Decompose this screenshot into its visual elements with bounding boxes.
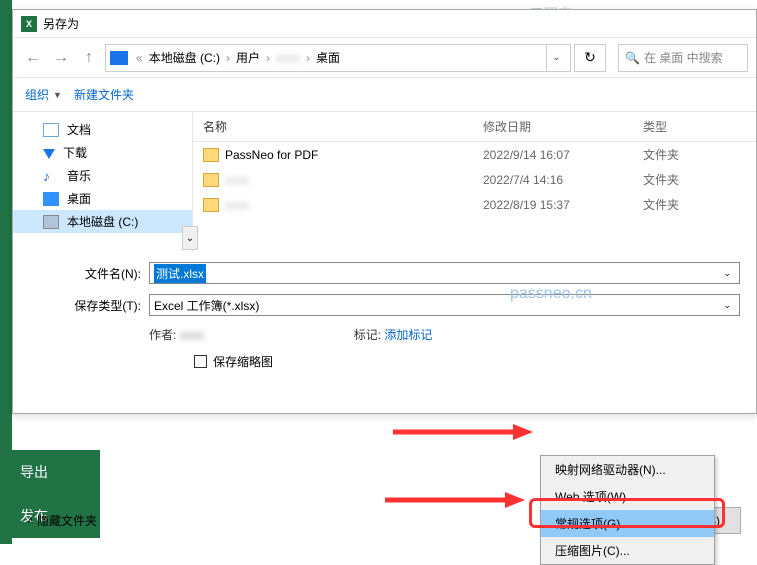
- file-row[interactable]: xxxx 2022/8/19 15:37 文件夹: [193, 192, 756, 217]
- menu-item-general-options[interactable]: 常规选项(G)...: [541, 510, 714, 537]
- organize-button[interactable]: 组织▼: [25, 86, 62, 103]
- chevron-icon: «: [132, 51, 147, 65]
- file-row[interactable]: xxxx 2022/7/4 14:16 文件夹: [193, 167, 756, 192]
- folder-icon: [203, 198, 219, 212]
- annotation-arrow: [393, 422, 533, 442]
- sidebar-item-localdisk-c[interactable]: 本地磁盘 (C:): [13, 210, 192, 233]
- menu-item-compress-pictures[interactable]: 压缩图片(C)...: [541, 537, 714, 564]
- crumb-users[interactable]: 用户: [236, 49, 260, 66]
- file-list-header: 名称 修改日期 类型: [193, 112, 756, 142]
- chevron-icon: ›: [222, 51, 234, 65]
- crumb-disk[interactable]: 本地磁盘 (C:): [149, 49, 220, 66]
- expand-tree-button[interactable]: ⌄: [182, 226, 198, 250]
- desktop-icon: [43, 192, 59, 206]
- crumb-desktop[interactable]: 桌面: [316, 49, 340, 66]
- author-label: 作者:: [149, 328, 176, 342]
- author-value[interactable]: xxxx: [180, 328, 204, 342]
- folder-icon: [203, 173, 219, 187]
- chevron-down-icon: ▼: [53, 90, 62, 100]
- forward-icon: →: [49, 46, 73, 70]
- back-icon[interactable]: ←: [21, 46, 45, 70]
- titlebar: X 另存为: [13, 10, 756, 38]
- menu-item-web-options[interactable]: Web 选项(W)...: [541, 483, 714, 510]
- hide-folders-button[interactable]: ʌ 隐藏文件夹: [28, 512, 97, 529]
- tag-value[interactable]: 添加标记: [384, 328, 432, 342]
- save-as-dialog: X 另存为 ← → ↑ « 本地磁盘 (C:) › 用户 › xxxx › 桌面…: [12, 9, 757, 414]
- filename-input[interactable]: 测试.xlsx ⌄: [149, 262, 740, 284]
- form-area: 文件名(N): 测试.xlsx ⌄ 保存类型(T): Excel 工作簿(*.x…: [13, 252, 756, 380]
- chevron-icon: ›: [262, 51, 274, 65]
- crumb-user-blurred[interactable]: xxxx: [276, 51, 300, 65]
- disk-icon: [43, 215, 59, 229]
- search-icon: 🔍: [625, 51, 640, 65]
- search-placeholder: 在 桌面 中搜索: [644, 49, 723, 66]
- chevron-up-icon: ʌ: [28, 515, 33, 526]
- breadcrumb[interactable]: « 本地磁盘 (C:) › 用户 › xxxx › 桌面 ⌄: [105, 44, 571, 72]
- dialog-title: 另存为: [43, 15, 79, 32]
- document-icon: [43, 123, 59, 137]
- new-folder-button[interactable]: 新建文件夹: [74, 86, 134, 103]
- chevron-icon: ›: [302, 51, 314, 65]
- tools-dropdown-menu: 映射网络驱动器(N)... Web 选项(W)... 常规选项(G)... 压缩…: [540, 455, 715, 565]
- breadcrumb-dropdown-icon[interactable]: ⌄: [546, 44, 566, 72]
- refresh-button[interactable]: ↻: [574, 44, 606, 72]
- col-name[interactable]: 名称: [193, 118, 473, 135]
- col-date[interactable]: 修改日期: [473, 118, 633, 135]
- file-row[interactable]: PassNeo for PDF 2022/9/14 16:07 文件夹: [193, 142, 756, 167]
- download-icon: [43, 149, 55, 159]
- menu-item-map-network-drive[interactable]: 映射网络驱动器(N)...: [541, 456, 714, 483]
- tag-label: 标记:: [354, 328, 381, 342]
- filetype-label: 保存类型(T):: [29, 297, 149, 314]
- pc-icon: [110, 51, 128, 65]
- folder-icon: [203, 148, 219, 162]
- thumbnail-checkbox[interactable]: [194, 355, 207, 368]
- excel-export-nav[interactable]: 导出: [0, 450, 100, 494]
- sidebar-item-downloads[interactable]: 下载: [13, 141, 192, 164]
- toolbar: 组织▼ 新建文件夹: [13, 78, 756, 112]
- sidebar-item-desktop[interactable]: 桌面: [13, 187, 192, 210]
- filename-label: 文件名(N):: [29, 265, 149, 282]
- col-type[interactable]: 类型: [633, 118, 733, 135]
- sidebar-item-music[interactable]: ♪音乐: [13, 164, 192, 187]
- up-icon[interactable]: ↑: [77, 46, 101, 70]
- excel-icon: X: [21, 16, 37, 32]
- folder-tree: 文档 下载 ♪音乐 桌面 本地磁盘 (C:) ⌄: [13, 112, 193, 252]
- thumbnail-label: 保存缩略图: [213, 353, 273, 370]
- file-list: 名称 修改日期 类型 PassNeo for PDF 2022/9/14 16:…: [193, 112, 756, 252]
- sidebar-item-documents[interactable]: 文档: [13, 118, 192, 141]
- search-input[interactable]: 🔍 在 桌面 中搜索: [618, 44, 748, 72]
- chevron-down-icon[interactable]: ⌄: [723, 268, 735, 279]
- chevron-down-icon[interactable]: ⌄: [723, 300, 735, 311]
- music-icon: ♪: [43, 169, 59, 183]
- nav-bar: ← → ↑ « 本地磁盘 (C:) › 用户 › xxxx › 桌面 ⌄ ↻ 🔍…: [13, 38, 756, 78]
- filetype-select[interactable]: Excel 工作簿(*.xlsx) ⌄: [149, 294, 740, 316]
